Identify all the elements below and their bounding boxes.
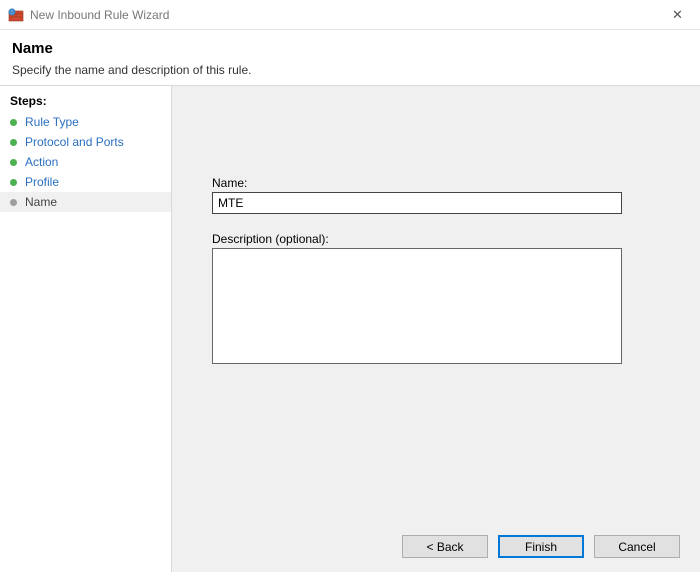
step-protocol-and-ports[interactable]: Protocol and Ports [0,132,171,152]
step-rule-type[interactable]: Rule Type [0,112,171,132]
step-label: Profile [25,175,59,189]
step-profile[interactable]: Profile [0,172,171,192]
steps-sidebar: Steps: Rule Type Protocol and Ports Acti… [0,86,172,572]
step-label: Rule Type [25,115,79,129]
finish-button[interactable]: Finish [498,535,584,558]
wizard-header: Name Specify the name and description of… [0,30,700,86]
step-label: Action [25,155,58,169]
step-label: Name [25,195,57,209]
window-title: New Inbound Rule Wizard [30,8,169,22]
wizard-body: Steps: Rule Type Protocol and Ports Acti… [0,86,700,572]
bullet-icon [10,119,17,126]
button-row: < Back Finish Cancel [402,535,680,558]
firewall-icon [8,7,24,23]
name-label: Name: [212,176,660,190]
bullet-icon [10,139,17,146]
close-button[interactable]: ✕ [655,0,700,30]
titlebar: New Inbound Rule Wizard ✕ [0,0,700,30]
bullet-icon [10,179,17,186]
page-title: Name [12,40,688,57]
wizard-content: Name: Description (optional): < Back Fin… [172,86,700,572]
close-icon: ✕ [672,7,683,23]
steps-heading: Steps: [0,92,171,112]
bullet-icon [10,199,17,206]
page-description: Specify the name and description of this… [12,63,688,77]
name-field-block: Name: [212,176,660,214]
step-name[interactable]: Name [0,192,171,212]
step-action[interactable]: Action [0,152,171,172]
name-input[interactable] [212,192,622,214]
description-textarea[interactable] [212,248,622,364]
description-field-block: Description (optional): [212,232,660,369]
description-label: Description (optional): [212,232,660,246]
back-button[interactable]: < Back [402,535,488,558]
cancel-button[interactable]: Cancel [594,535,680,558]
bullet-icon [10,159,17,166]
step-label: Protocol and Ports [25,135,124,149]
